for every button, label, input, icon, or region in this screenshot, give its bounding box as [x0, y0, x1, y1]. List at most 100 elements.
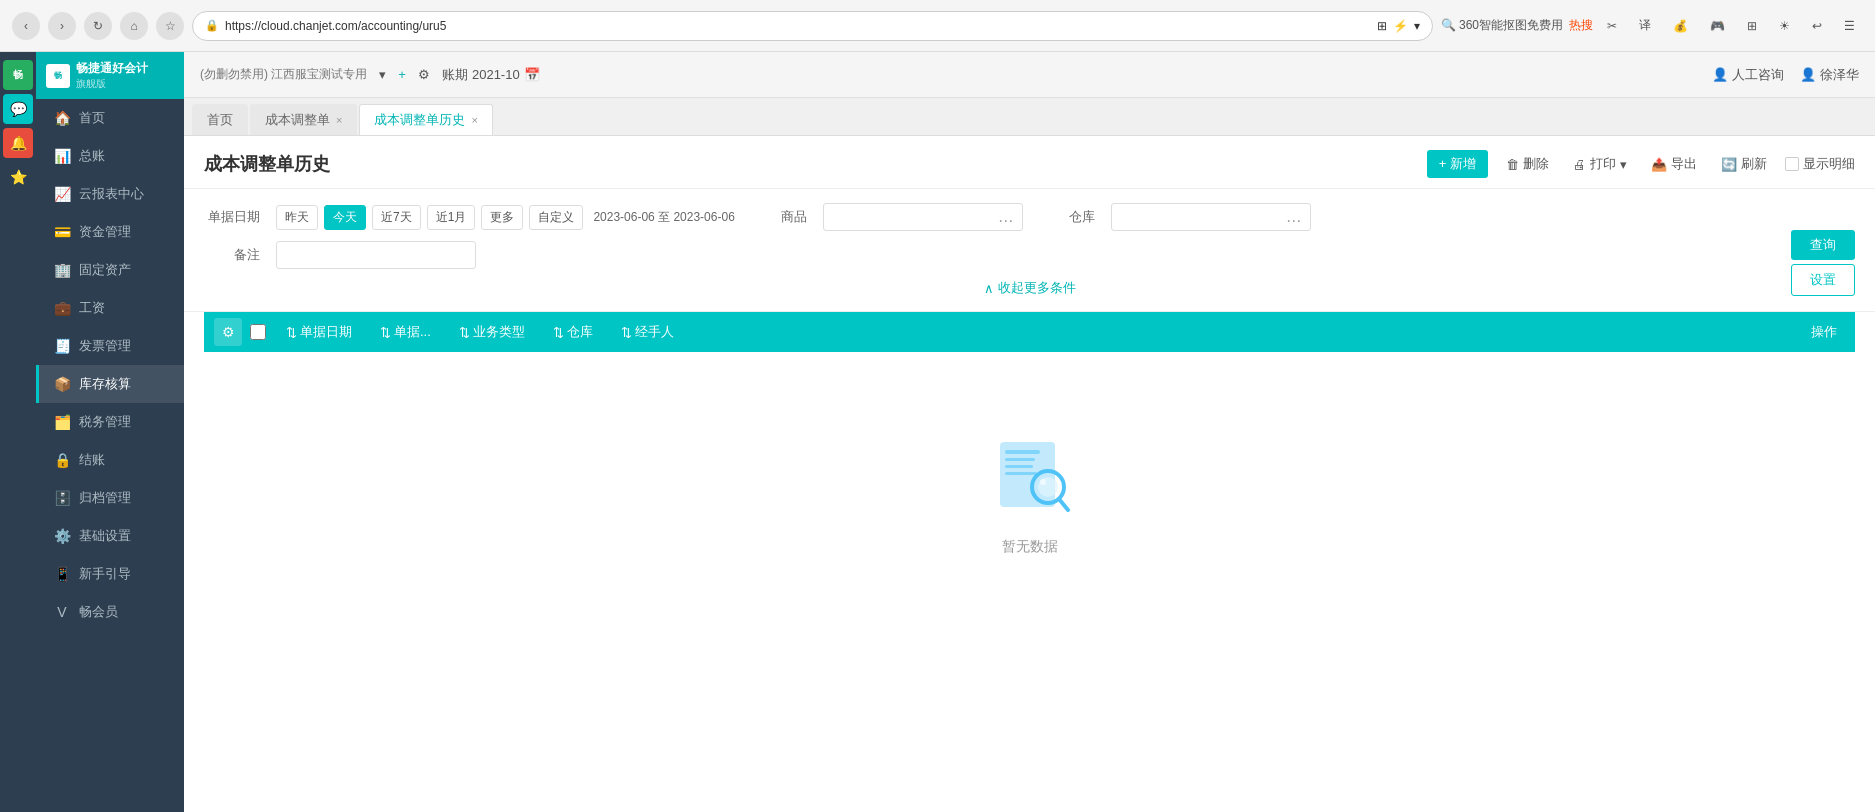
menu-tool[interactable]: ☰: [1836, 17, 1863, 35]
warehouse-filter-input[interactable]: …: [1111, 203, 1311, 231]
table-settings-button[interactable]: ⚙: [214, 318, 242, 346]
settings-gear-btn[interactable]: ⚙: [418, 67, 430, 82]
scissors-tool[interactable]: ✂: [1599, 17, 1625, 35]
service-button[interactable]: 👤 人工咨询: [1712, 66, 1784, 84]
sidebar-item-guide-label: 新手引导: [79, 565, 131, 583]
collapse-arrow-icon: ∧: [984, 281, 994, 296]
sidebar-item-settings-label: 基础设置: [79, 527, 131, 545]
print-button[interactable]: 🖨 打印 ▾: [1567, 151, 1633, 177]
goods-more-icon[interactable]: …: [998, 208, 1014, 226]
settings-icon: ⚙️: [53, 528, 71, 544]
tab-cost-adjust-history-close[interactable]: ×: [471, 114, 477, 126]
sidebar-edition: 旗舰版: [76, 77, 148, 91]
add-company-btn[interactable]: +: [398, 67, 406, 82]
calendar-icon[interactable]: 📅: [524, 67, 540, 82]
col-header-biztype[interactable]: ⇅ 业务类型: [451, 323, 533, 341]
collapse-button[interactable]: ∧ 收起更多条件: [204, 279, 1855, 297]
svg-line-7: [1059, 499, 1068, 510]
sidebar-item-reports[interactable]: 📈 云报表中心: [36, 175, 184, 213]
back-button[interactable]: ‹: [12, 12, 40, 40]
game-tool[interactable]: 🎮: [1702, 17, 1733, 35]
display-toggle[interactable]: 显示明细: [1785, 155, 1855, 173]
star-icon[interactable]: ⭐: [3, 162, 33, 192]
sidebar-item-tax[interactable]: 🗂️ 税务管理: [36, 403, 184, 441]
display-label: 显示明细: [1803, 155, 1855, 173]
sidebar-app-name: 畅捷通好会计: [76, 60, 148, 77]
page-content: 成本调整单历史 + 新增 🗑 删除 🖨 打印 ▾ 📤 导出: [184, 136, 1875, 812]
date-filter-group: 昨天 今天 近7天 近1月 更多 自定义 2023-06-06 至 2023-0…: [276, 205, 735, 230]
svg-rect-2: [1005, 458, 1035, 461]
sidebar-item-funds[interactable]: 💳 资金管理: [36, 213, 184, 251]
add-button[interactable]: + 新增: [1427, 150, 1488, 178]
sidebar-item-archive[interactable]: 🗄️ 归档管理: [36, 479, 184, 517]
notification-icon[interactable]: 🔔: [3, 128, 33, 158]
sidebar-item-reports-label: 云报表中心: [79, 185, 144, 203]
col-header-warehouse[interactable]: ⇅ 仓库: [545, 323, 601, 341]
goods-filter-input[interactable]: …: [823, 203, 1023, 231]
closing-icon: 🔒: [53, 452, 71, 468]
translate-tool[interactable]: 译: [1631, 15, 1659, 36]
wallet-tool[interactable]: 💰: [1665, 17, 1696, 35]
col-header-docnum[interactable]: ⇅ 单据...: [372, 323, 439, 341]
company-dropdown-icon[interactable]: ▾: [379, 67, 386, 82]
browser-dropdown-icon[interactable]: ▾: [1414, 19, 1420, 33]
tab-home[interactable]: 首页: [192, 104, 248, 135]
user-avatar-icon: 👤: [1800, 67, 1816, 82]
user-button[interactable]: 👤 徐泽华: [1800, 66, 1859, 84]
date-btn-more[interactable]: 更多: [481, 205, 523, 230]
select-all-checkbox[interactable]: [250, 324, 266, 340]
col-date-sort-icon: ⇅: [286, 325, 297, 340]
sidebar-item-vip[interactable]: V 畅会员: [36, 593, 184, 631]
brightness-tool[interactable]: ☀: [1771, 17, 1798, 35]
date-btn-7days[interactable]: 近7天: [372, 205, 421, 230]
tab-cost-adjust-close[interactable]: ×: [336, 114, 342, 126]
refresh-button[interactable]: 🔄 刷新: [1715, 151, 1773, 177]
tab-cost-adjust-history[interactable]: 成本调整单历史 ×: [359, 104, 492, 135]
date-btn-custom[interactable]: 自定义: [529, 205, 583, 230]
url-bar[interactable]: 🔒 https://cloud.chanjet.com/accounting/u…: [192, 11, 1433, 41]
col-warehouse-sort-icon: ⇅: [553, 325, 564, 340]
date-btn-yesterday[interactable]: 昨天: [276, 205, 318, 230]
table-area: ⚙ ⇅ 单据日期 ⇅ 单据... ⇅ 业务类型: [184, 312, 1875, 636]
sidebar-item-guide[interactable]: 📱 新手引导: [36, 555, 184, 593]
settings-button[interactable]: 设置: [1791, 264, 1855, 296]
warehouse-more-icon[interactable]: …: [1286, 208, 1302, 226]
main-content: (勿删勿禁用) 江西服宝测试专用 ▾ + ⚙ 账期 2021-10 📅 👤 人工…: [184, 52, 1875, 812]
svg-rect-1: [1005, 450, 1040, 454]
sidebar-item-settings[interactable]: ⚙️ 基础设置: [36, 517, 184, 555]
table-toolbar: ⚙ ⇅ 单据日期 ⇅ 单据... ⇅ 业务类型: [204, 312, 1855, 352]
col-header-date[interactable]: ⇅ 单据日期: [278, 323, 360, 341]
sidebar-item-wages[interactable]: 💼 工资: [36, 289, 184, 327]
grid-tool[interactable]: ⊞: [1739, 17, 1765, 35]
bookmark-button[interactable]: ☆: [156, 12, 184, 40]
export-button[interactable]: 📤 导出: [1645, 151, 1703, 177]
delete-button[interactable]: 🗑 删除: [1500, 151, 1555, 177]
col-docnum-sort-icon: ⇅: [380, 325, 391, 340]
social-icon[interactable]: 💬: [3, 94, 33, 124]
sidebar-menu: 🏠 首页 📊 总账 📈 云报表中心 💳 资金管理 🏢 固定资产 💼 工资: [36, 99, 184, 812]
sidebar-item-closing[interactable]: 🔒 结账: [36, 441, 184, 479]
forward-button[interactable]: ›: [48, 12, 76, 40]
sidebar-item-assets[interactable]: 🏢 固定资产: [36, 251, 184, 289]
sidebar-header[interactable]: 畅 畅捷通好会计 旗舰版: [36, 52, 184, 99]
sidebar-item-home-label: 首页: [79, 109, 105, 127]
lock-icon: 🔒: [205, 19, 219, 32]
date-btn-1month[interactable]: 近1月: [427, 205, 476, 230]
sidebar-item-invoices[interactable]: 🧾 发票管理: [36, 327, 184, 365]
note-filter-label: 备注: [204, 246, 260, 264]
undo-tool[interactable]: ↩: [1804, 17, 1830, 35]
query-button[interactable]: 查询: [1791, 230, 1855, 260]
col-header-handler[interactable]: ⇅ 经手人: [613, 323, 682, 341]
sidebar-item-ledger[interactable]: 📊 总账: [36, 137, 184, 175]
reload-button[interactable]: ↻: [84, 12, 112, 40]
date-btn-today[interactable]: 今天: [324, 205, 366, 230]
note-filter-input[interactable]: [276, 241, 476, 269]
sidebar-item-home[interactable]: 🏠 首页: [36, 99, 184, 137]
sidebar-item-inventory[interactable]: 📦 库存核算: [36, 365, 184, 403]
wages-icon: 💼: [53, 300, 71, 316]
assets-icon: 🏢: [53, 262, 71, 278]
print-dropdown-icon[interactable]: ▾: [1620, 157, 1627, 172]
home-button[interactable]: ⌂: [120, 12, 148, 40]
display-checkbox[interactable]: [1785, 157, 1799, 171]
tab-cost-adjust[interactable]: 成本调整单 ×: [250, 104, 357, 135]
